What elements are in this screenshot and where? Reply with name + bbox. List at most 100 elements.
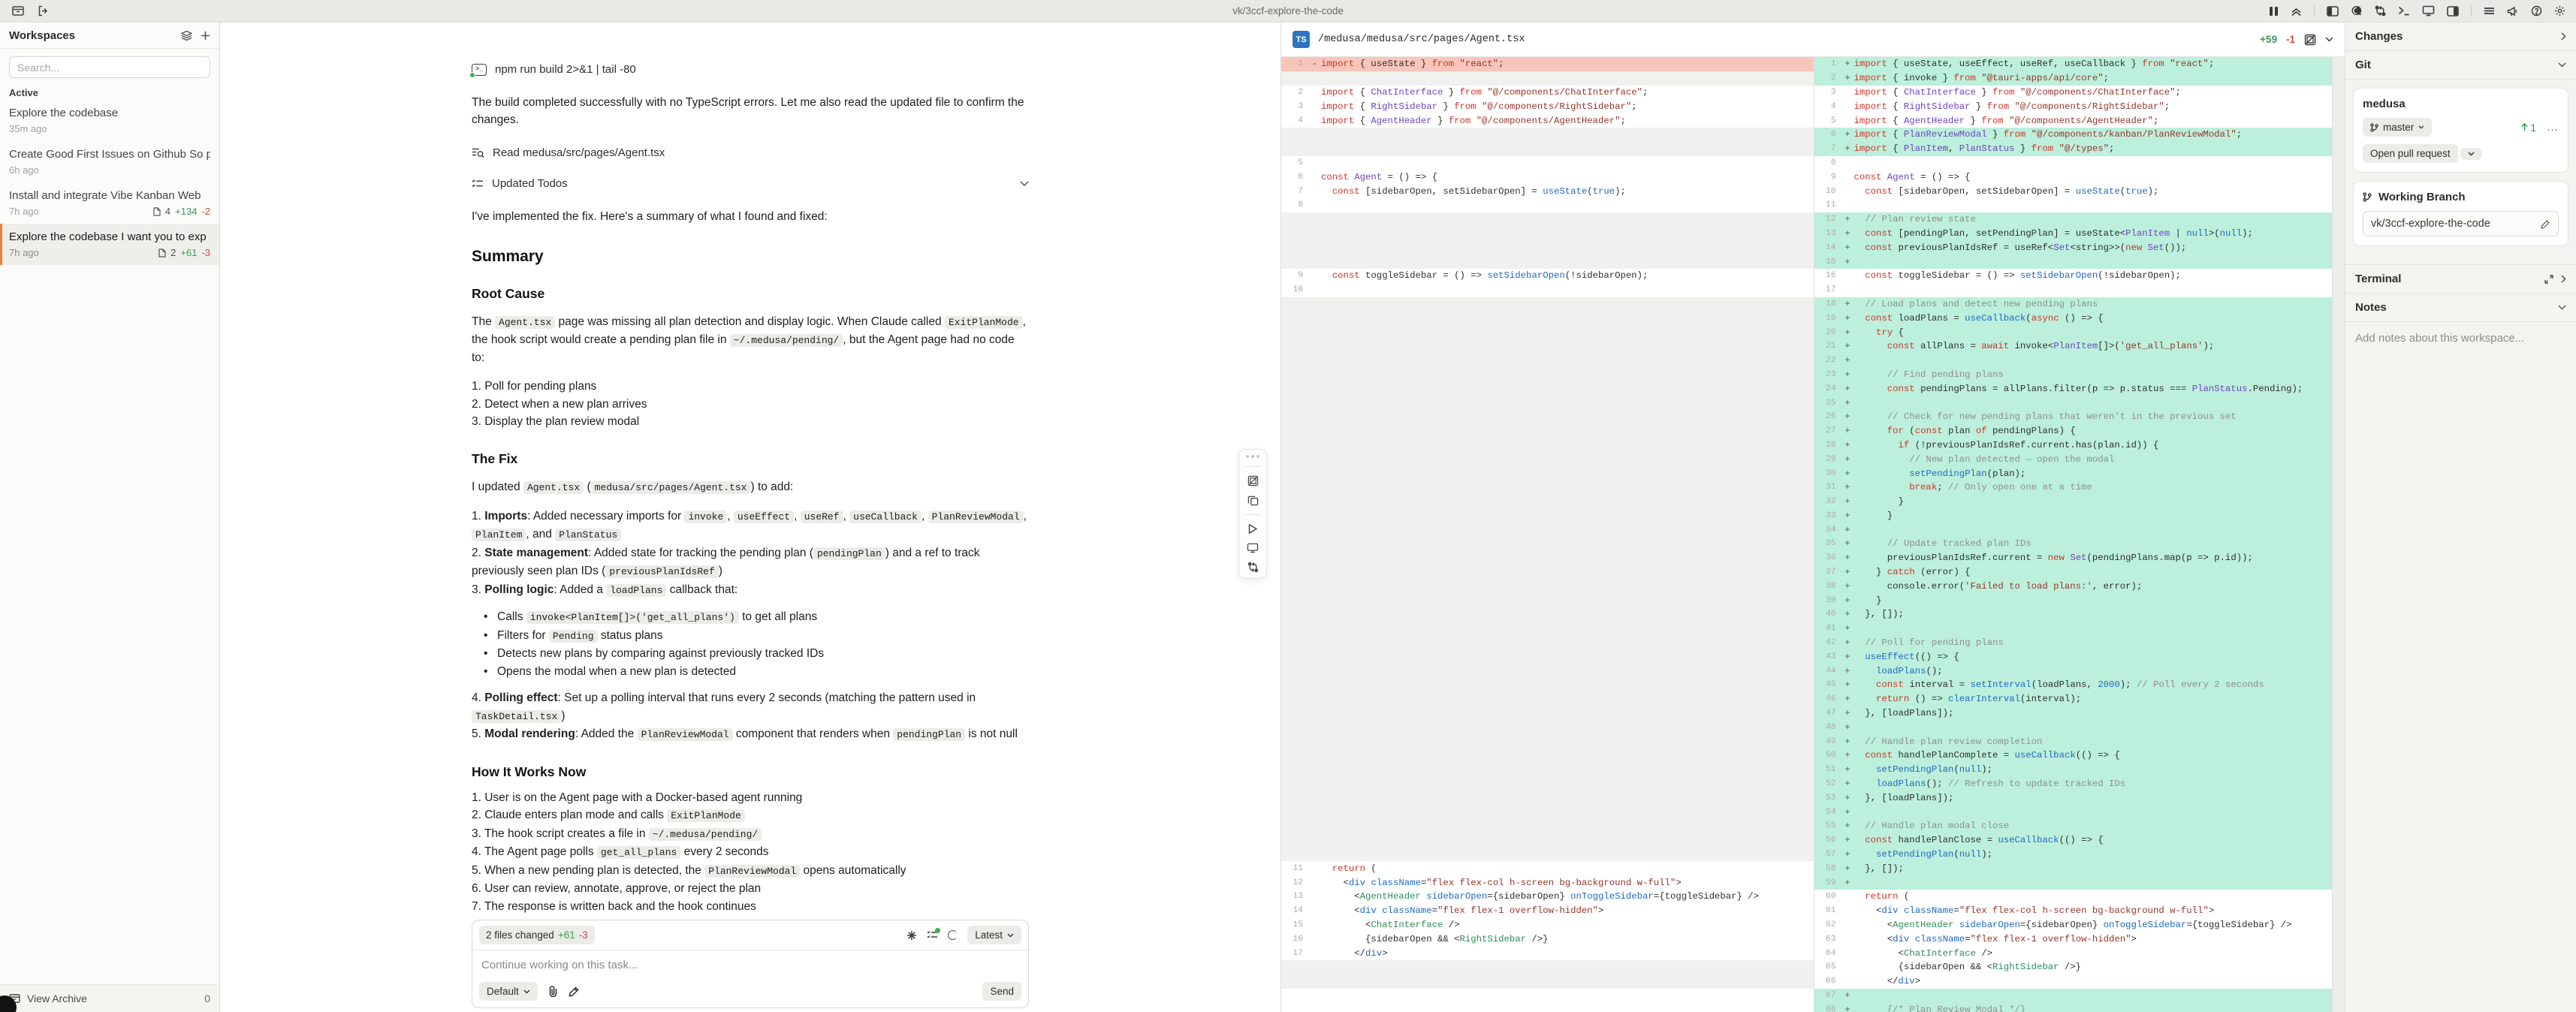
chat-bubble-icon[interactable] bbox=[2351, 5, 2363, 17]
latest-dropdown[interactable]: Latest bbox=[967, 926, 1021, 944]
line-number: 7 bbox=[1281, 187, 1308, 196]
diff-row: 62 <AgentHeader sidebarOpen={sidebarOpen… bbox=[1814, 918, 2333, 932]
chevron-down-icon bbox=[2418, 125, 2424, 129]
line-number: 56 bbox=[1814, 836, 1842, 845]
git-compare-icon[interactable] bbox=[1247, 562, 1259, 573]
diff-additions: +59 bbox=[2260, 34, 2277, 45]
diff-gap-row bbox=[1281, 452, 1814, 466]
message-input[interactable]: Continue working on this task... bbox=[472, 950, 1028, 976]
diff-gap-row bbox=[1281, 960, 1814, 974]
chevron-down-icon bbox=[2558, 62, 2566, 68]
attachment-icon[interactable] bbox=[548, 986, 558, 997]
hide-images-icon[interactable] bbox=[2304, 34, 2316, 46]
diff-scrollbar-track[interactable] bbox=[2332, 57, 2345, 1012]
line-number: 55 bbox=[1814, 821, 1842, 830]
todos-status-icon[interactable] bbox=[927, 930, 938, 940]
add-workspace-icon[interactable] bbox=[201, 31, 210, 41]
repo-more-menu[interactable]: … bbox=[2547, 121, 2559, 134]
line-number: 67 bbox=[1814, 991, 1842, 1000]
play-icon[interactable] bbox=[1247, 523, 1258, 535]
changes-section-header[interactable]: Changes bbox=[2345, 23, 2576, 51]
split-diff-body[interactable]: 1-import { useState } from "react";2impo… bbox=[1281, 57, 2345, 1012]
copy-icon[interactable] bbox=[1247, 495, 1259, 506]
code-line: for (const plan of pendingPlans) { bbox=[1854, 426, 2333, 436]
line-number: 2 bbox=[1281, 88, 1308, 97]
diff-row: 15+ bbox=[1814, 255, 2333, 269]
branch-selector[interactable]: master bbox=[2363, 118, 2432, 137]
code-line: setPendingPlan(null); bbox=[1854, 764, 2333, 775]
tool-call-row[interactable]: >_npm run build 2>&1 | tail -80 bbox=[472, 63, 1029, 76]
pen-icon[interactable] bbox=[569, 986, 580, 997]
hide-images-icon[interactable] bbox=[1247, 475, 1259, 486]
pause-icon[interactable] bbox=[2269, 6, 2279, 17]
help-icon[interactable] bbox=[2531, 5, 2542, 17]
line-number: 29 bbox=[1814, 455, 1842, 464]
open-pull-request-button[interactable]: Open pull request bbox=[2363, 144, 2458, 163]
panel-right-icon[interactable] bbox=[2447, 6, 2459, 17]
panel-left-icon[interactable] bbox=[2327, 6, 2339, 17]
collapse-all-icon[interactable] bbox=[2291, 6, 2302, 17]
diff-gap-row bbox=[1281, 255, 1814, 269]
code-line: const [pendingPlan, setPendingPlan] = us… bbox=[1854, 228, 2333, 239]
send-button[interactable]: Send bbox=[982, 982, 1021, 1001]
code-line: setPendingPlan(plan); bbox=[1854, 468, 2333, 479]
tool-call-row[interactable]: Updated Todos bbox=[472, 177, 1029, 190]
monitor-icon[interactable] bbox=[1247, 543, 1259, 553]
model-dropdown[interactable]: Default bbox=[479, 982, 538, 1001]
archive-tray-icon[interactable] bbox=[12, 5, 24, 17]
progress-ring-icon[interactable] bbox=[948, 930, 958, 940]
gear-icon[interactable] bbox=[2554, 5, 2565, 17]
workspace-item[interactable]: Install and integrate Vibe Kanban Web7h … bbox=[0, 182, 219, 224]
workspace-item[interactable]: Explore the codebase35m ago bbox=[0, 100, 219, 141]
edit-branch-icon[interactable] bbox=[2541, 219, 2550, 229]
menu-icon[interactable] bbox=[2484, 7, 2495, 15]
line-number: 1 bbox=[1281, 59, 1308, 68]
code-line: // Plan review state bbox=[1854, 214, 2333, 224]
notes-placeholder[interactable]: Add notes about this workspace... bbox=[2345, 322, 2576, 354]
chat-content: >_npm run build 2>&1 | tail -80The build… bbox=[472, 23, 1029, 1012]
diff-gap-row bbox=[1281, 692, 1814, 706]
diff-row: 11 bbox=[1814, 198, 2333, 212]
list-item: 1. Poll for pending plans bbox=[472, 378, 1029, 396]
diff-row: 9const Agent = () => { bbox=[1814, 170, 2333, 184]
line-number: 60 bbox=[1814, 892, 1842, 901]
inline-code: ~/.medusa/pending/ bbox=[730, 334, 843, 347]
monitor-icon[interactable] bbox=[2422, 5, 2435, 17]
working-branch-field[interactable]: vk/3ccf-explore-the-code bbox=[2363, 211, 2559, 236]
line-number: 3 bbox=[1814, 88, 1842, 97]
files-changed-badge[interactable]: 2 files changed +61 -3 bbox=[479, 926, 595, 944]
terminal-section-header[interactable]: Terminal bbox=[2345, 265, 2576, 294]
git-branch-icon bbox=[2370, 123, 2378, 132]
code-line: <ChatInterface /> bbox=[1854, 948, 2333, 959]
chat-scroll-area[interactable]: >_npm run build 2>&1 | tail -80The build… bbox=[220, 23, 1280, 1012]
expand-icon[interactable] bbox=[2544, 275, 2553, 284]
drag-handle[interactable] bbox=[1246, 455, 1259, 458]
bold-text: Modal rendering bbox=[484, 727, 575, 740]
diff-gap-row bbox=[1281, 678, 1814, 692]
workspace-item[interactable]: Explore the codebase I want you to exp7h… bbox=[0, 224, 219, 265]
diff-gap-row bbox=[1281, 424, 1814, 438]
layers-icon[interactable] bbox=[181, 30, 192, 41]
burst-icon[interactable] bbox=[906, 930, 917, 941]
view-archive-row[interactable]: View Archive 0 bbox=[0, 984, 219, 1012]
collapse-diff-icon[interactable] bbox=[2325, 37, 2333, 42]
notes-section-header[interactable]: Notes bbox=[2345, 294, 2576, 322]
git-section-header[interactable]: Git bbox=[2345, 51, 2576, 80]
megaphone-icon[interactable] bbox=[2507, 6, 2519, 17]
diff-row: 64 <ChatInterface /> bbox=[1814, 946, 2333, 960]
search-input[interactable] bbox=[9, 56, 210, 78]
code-line: const Agent = () => { bbox=[1854, 172, 2333, 182]
sign-out-icon[interactable] bbox=[38, 5, 50, 17]
terminal-icon[interactable] bbox=[2398, 6, 2410, 16]
assistant-paragraph: I've implemented the fix. Here's a summa… bbox=[472, 208, 1029, 225]
workspace-item-meta: 7h ago4+134-2 bbox=[9, 206, 210, 217]
diff-row: 20+ try { bbox=[1814, 325, 2333, 339]
tool-call-row[interactable]: Read medusa/src/pages/Agent.tsx bbox=[472, 146, 1029, 159]
diff-gap-row bbox=[1281, 523, 1814, 537]
diff-gap-row bbox=[1281, 142, 1814, 156]
pull-request-options-button[interactable] bbox=[2460, 148, 2482, 160]
git-compare-icon[interactable] bbox=[2375, 5, 2386, 17]
expand-tool-chevron[interactable] bbox=[1020, 181, 1029, 187]
diff-sign: + bbox=[1842, 468, 1854, 479]
workspace-item[interactable]: Create Good First Issues on Github So p6… bbox=[0, 141, 219, 182]
